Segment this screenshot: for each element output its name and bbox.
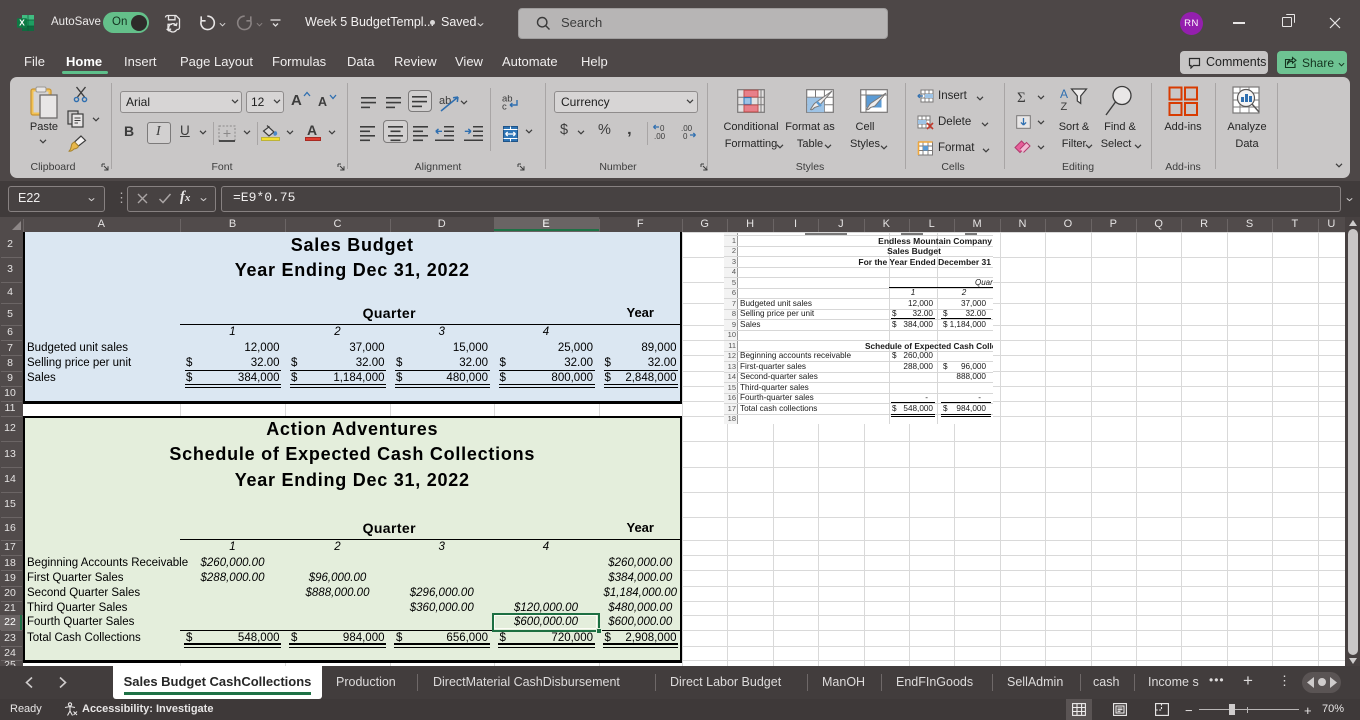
svg-text:X: X: [19, 18, 25, 28]
svg-text:.00: .00: [654, 132, 666, 140]
svg-text:Σ: Σ: [1017, 90, 1026, 104]
svg-text:c: c: [502, 102, 507, 111]
svg-text:Z: Z: [1061, 101, 1068, 113]
svg-text:0: 0: [683, 132, 688, 140]
svg-text:A: A: [1060, 87, 1068, 101]
svg-text:ab: ab: [439, 95, 451, 107]
